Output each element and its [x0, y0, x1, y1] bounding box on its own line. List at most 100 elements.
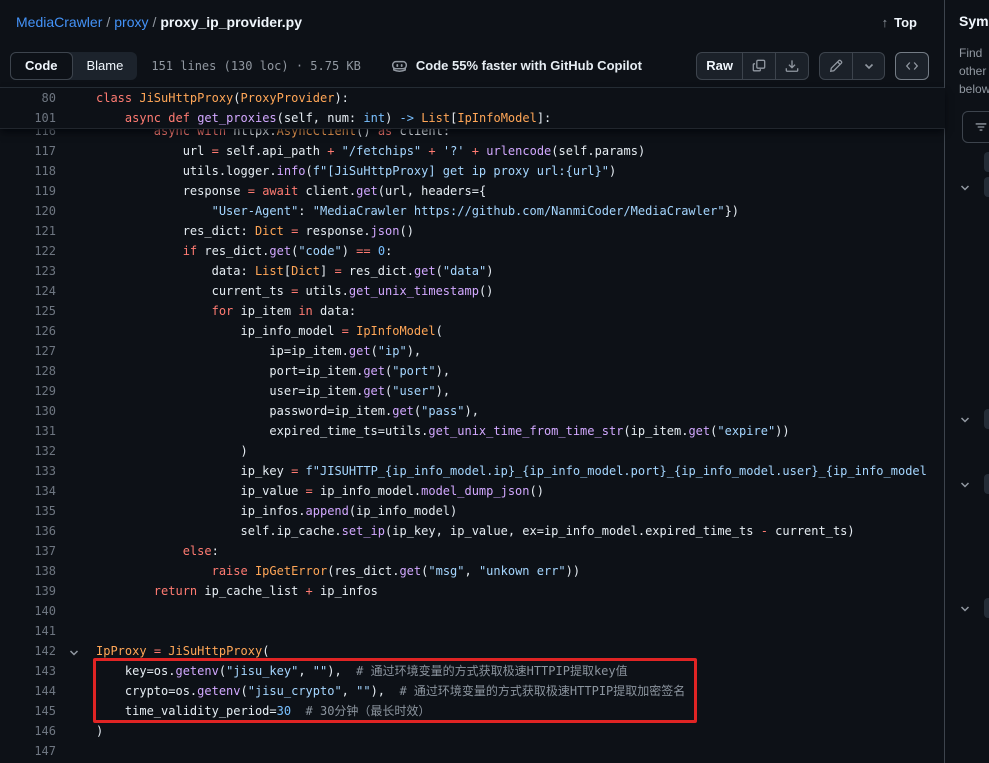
raw-button[interactable]: Raw	[696, 52, 743, 80]
code-line: 144 crypto=os.getenv("jisu_crypto", ""),…	[0, 681, 945, 701]
scroll-to-top-label: Top	[894, 15, 917, 30]
line-number[interactable]: 143	[0, 661, 56, 681]
line-number[interactable]: 133	[0, 461, 56, 481]
code-text	[96, 601, 945, 621]
code-line: 130 password=ip_item.get("pass"),	[0, 401, 945, 421]
chevron-down-icon[interactable]	[959, 181, 971, 193]
line-number[interactable]: 138	[0, 561, 56, 581]
code-line: 124 current_ts = utils.get_unix_timestam…	[0, 281, 945, 301]
symbol-pill[interactable]	[984, 474, 989, 494]
line-number[interactable]: 121	[0, 221, 56, 241]
code-text: raise IpGetError(res_dict.get("msg", "un…	[96, 561, 945, 581]
line-number[interactable]: 147	[0, 741, 56, 761]
chevron-down-icon	[864, 61, 874, 71]
download-button[interactable]	[776, 52, 809, 80]
fold-gutter	[56, 561, 96, 581]
line-number[interactable]: 120	[0, 201, 56, 221]
line-number[interactable]: 116	[0, 129, 56, 141]
fold-gutter	[56, 161, 96, 181]
copilot-banner[interactable]: Code 55% faster with GitHub Copilot	[391, 57, 642, 74]
line-number[interactable]: 101	[0, 108, 56, 128]
line-number[interactable]: 134	[0, 481, 56, 501]
symbols-panel: Symbols Findotherbelow	[944, 0, 989, 763]
fold-chevron-icon[interactable]	[68, 645, 80, 657]
line-number[interactable]: 122	[0, 241, 56, 261]
breadcrumb-repo-link[interactable]: MediaCrawler	[16, 14, 102, 30]
line-number[interactable]: 128	[0, 361, 56, 381]
symbols-panel-description: Findotherbelow	[959, 44, 989, 98]
line-number[interactable]: 144	[0, 681, 56, 701]
line-number[interactable]: 141	[0, 621, 56, 641]
copy-icon	[752, 59, 766, 73]
line-number[interactable]: 117	[0, 141, 56, 161]
symbol-pill[interactable]	[984, 152, 989, 172]
code-text: password=ip_item.get("pass"),	[96, 401, 945, 421]
code-line: 135 ip_infos.append(ip_info_model)	[0, 501, 945, 521]
code-text: async with httpx.AsyncClient() as client…	[96, 129, 945, 141]
fold-gutter	[56, 401, 96, 421]
line-number[interactable]: 131	[0, 421, 56, 441]
code-line: 138 raise IpGetError(res_dict.get("msg",…	[0, 561, 945, 581]
line-number[interactable]: 127	[0, 341, 56, 361]
chevron-down-icon[interactable]	[959, 602, 971, 614]
fold-gutter	[56, 481, 96, 501]
code-line: 136 self.ip_cache.set_ip(ip_key, ip_valu…	[0, 521, 945, 541]
line-number[interactable]: 142	[0, 641, 56, 661]
breadcrumb-folder-link[interactable]: proxy	[114, 14, 148, 30]
line-number[interactable]: 80	[0, 88, 56, 108]
code-line: 140	[0, 601, 945, 621]
code-text	[96, 741, 945, 761]
line-number[interactable]: 118	[0, 161, 56, 181]
code-line: 123 data: List[Dict] = res_dict.get("dat…	[0, 261, 945, 281]
line-number[interactable]: 136	[0, 521, 56, 541]
arrow-up-icon: ↑	[882, 15, 889, 30]
line-number[interactable]: 130	[0, 401, 56, 421]
fold-gutter	[56, 201, 96, 221]
line-number[interactable]: 140	[0, 601, 56, 621]
line-number[interactable]: 119	[0, 181, 56, 201]
code-line: 129 user=ip_item.get("user"),	[0, 381, 945, 401]
line-number[interactable]: 146	[0, 721, 56, 741]
symbols-panel-heading: Symbols	[959, 13, 989, 29]
scroll-to-top-button[interactable]: ↑ Top	[882, 15, 917, 30]
fold-gutter	[56, 581, 96, 601]
line-number[interactable]: 139	[0, 581, 56, 601]
fold-gutter	[56, 441, 96, 461]
line-number[interactable]: 125	[0, 301, 56, 321]
filter-symbols-input[interactable]	[962, 111, 989, 143]
chevron-down-icon[interactable]	[959, 413, 971, 425]
edit-dropdown-button[interactable]	[853, 52, 885, 80]
line-number[interactable]: 145	[0, 701, 56, 721]
line-number[interactable]: 123	[0, 261, 56, 281]
fold-gutter	[56, 701, 96, 721]
copy-button[interactable]	[743, 52, 776, 80]
fold-gutter	[56, 741, 96, 761]
fold-gutter	[56, 721, 96, 741]
symbol-pill[interactable]	[984, 598, 989, 618]
line-number[interactable]: 132	[0, 441, 56, 461]
code-text: ip_info_model = IpInfoModel(	[96, 321, 945, 341]
chevron-down-icon[interactable]	[959, 478, 971, 490]
line-number[interactable]: 129	[0, 381, 56, 401]
symbol-list-item	[945, 598, 989, 618]
line-number[interactable]: 126	[0, 321, 56, 341]
line-number[interactable]: 137	[0, 541, 56, 561]
fold-gutter	[56, 501, 96, 521]
symbol-list-item	[945, 152, 989, 172]
edit-button[interactable]	[819, 52, 853, 80]
code-text: return ip_cache_list + ip_infos	[96, 581, 945, 601]
line-number[interactable]: 135	[0, 501, 56, 521]
line-number[interactable]: 124	[0, 281, 56, 301]
symbols-panel-toggle-button[interactable]	[895, 52, 929, 80]
symbol-pill[interactable]	[984, 409, 989, 429]
fold-gutter	[56, 641, 96, 661]
symbol-pill[interactable]	[984, 177, 989, 197]
tab-code[interactable]: Code	[10, 52, 73, 80]
fold-gutter	[56, 88, 96, 108]
code-line: 121 res_dict: Dict = response.json()	[0, 221, 945, 241]
code-text: user=ip_item.get("user"),	[96, 381, 945, 401]
code-text: data: List[Dict] = res_dict.get("data")	[96, 261, 945, 281]
tab-blame[interactable]: Blame	[73, 52, 138, 80]
code-lines: 116 async with httpx.AsyncClient() as cl…	[0, 129, 945, 761]
symbol-list-item	[945, 409, 989, 429]
